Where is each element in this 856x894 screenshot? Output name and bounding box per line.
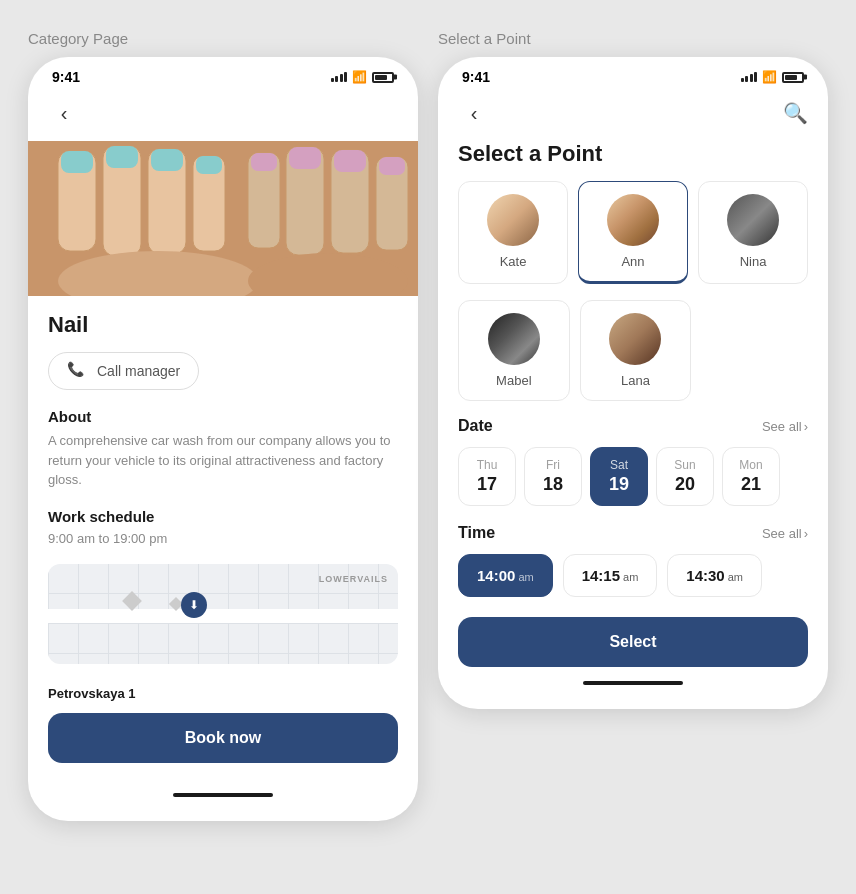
- specialist-card-lana[interactable]: Lana: [580, 300, 692, 401]
- right-signal-bars: [741, 72, 758, 82]
- time-heading: Time: [458, 524, 495, 542]
- hero-image: [28, 141, 418, 296]
- left-time: 9:41: [52, 69, 80, 85]
- left-bottom-indicator: [28, 779, 418, 801]
- bar1: [331, 78, 334, 82]
- date-section-header: Date See all ›: [438, 417, 828, 447]
- book-now-button[interactable]: Book now: [48, 713, 398, 763]
- avatar-kate: [487, 194, 539, 246]
- avatar-ann: [607, 194, 659, 246]
- page-heading: Select a Point: [438, 141, 828, 181]
- specialist-name-kate: Kate: [500, 254, 527, 269]
- battery-fill: [375, 75, 387, 80]
- left-status-bar: 9:41 📶: [28, 57, 418, 89]
- right-wifi-icon: 📶: [762, 70, 777, 84]
- bar1: [741, 78, 744, 82]
- right-panel-title: Select a Point: [438, 30, 531, 47]
- time-1400[interactable]: 14:00 am: [458, 554, 553, 597]
- time-section-header: Time See all ›: [438, 524, 828, 554]
- right-nav-bar: ‹ 🔍: [438, 89, 828, 141]
- right-back-button[interactable]: ‹: [458, 97, 490, 129]
- bar4: [754, 72, 757, 82]
- specialist-card-mabel[interactable]: Mabel: [458, 300, 570, 401]
- battery-icon: [372, 72, 394, 83]
- specialist-name-lana: Lana: [621, 373, 650, 388]
- svg-rect-13: [251, 153, 277, 171]
- right-status-bar: 9:41 📶: [438, 57, 828, 89]
- right-battery-icon: [782, 72, 804, 83]
- bar2: [745, 76, 748, 82]
- back-button[interactable]: ‹: [48, 97, 80, 129]
- service-title: Nail: [48, 312, 398, 338]
- svg-rect-7: [151, 149, 183, 171]
- time-1430[interactable]: 14:30 am: [667, 554, 762, 597]
- wifi-icon: 📶: [352, 70, 367, 84]
- specialist-name-nina: Nina: [740, 254, 767, 269]
- bar3: [340, 74, 343, 82]
- avatar-nina: [727, 194, 779, 246]
- avatar-mabel: [488, 313, 540, 365]
- call-manager-label: Call manager: [97, 363, 180, 379]
- search-button[interactable]: 🔍: [783, 101, 808, 125]
- bar3: [750, 74, 753, 82]
- specialist-card-kate[interactable]: Kate: [458, 181, 568, 284]
- right-bottom-indicator: [438, 667, 828, 689]
- map-road-horizontal: [48, 609, 398, 623]
- svg-rect-14: [289, 147, 321, 169]
- content-area: Nail 📞 Call manager About A comprehensiv…: [28, 296, 418, 779]
- left-nav-bar: ‹: [28, 89, 418, 141]
- specialist-name-mabel: Mabel: [496, 373, 531, 388]
- date-fri[interactable]: Fri 18: [524, 447, 582, 506]
- call-manager-button[interactable]: 📞 Call manager: [48, 352, 199, 390]
- work-schedule-time: 9:00 am to 19:00 pm: [48, 531, 398, 546]
- bar2: [335, 76, 338, 82]
- right-panel: Select a Point 9:41 📶 ‹ 🔍: [438, 30, 828, 709]
- avatar-lana: [609, 313, 661, 365]
- svg-rect-8: [196, 156, 222, 174]
- left-panel: Category Page 9:41 📶 ‹: [28, 30, 418, 821]
- date-row: Thu 17 Fri 18 Sat 19 Sun 20 Mon 21: [438, 447, 828, 524]
- about-text: A comprehensive car wash from our compan…: [48, 431, 398, 490]
- date-mon[interactable]: Mon 21: [722, 447, 780, 506]
- date-thu[interactable]: Thu 17: [458, 447, 516, 506]
- right-time: 9:41: [462, 69, 490, 85]
- specialist-grid-row2: Mabel Lana: [438, 300, 828, 417]
- svg-rect-5: [61, 151, 93, 173]
- hero-hands-visual: [28, 141, 418, 296]
- about-heading: About: [48, 408, 398, 425]
- date-see-all[interactable]: See all ›: [762, 419, 808, 434]
- right-home-indicator: [583, 681, 683, 685]
- svg-rect-15: [334, 150, 366, 172]
- specialist-grid-row1: Kate Ann Nina: [438, 181, 828, 300]
- map-address: Petrovskaya 1: [48, 678, 398, 705]
- work-schedule-heading: Work schedule: [48, 508, 398, 525]
- select-button[interactable]: Select: [458, 617, 808, 667]
- time-row: 14:00 am 14:15 am 14:30 am: [438, 554, 828, 617]
- date-sat[interactable]: Sat 19: [590, 447, 648, 506]
- svg-rect-6: [106, 146, 138, 168]
- map-marker: ⬇: [181, 592, 207, 618]
- chevron-right-icon-2: ›: [804, 526, 808, 541]
- map-area: ⬇ LOWERVAILS: [48, 564, 398, 664]
- left-status-icons: 📶: [331, 70, 395, 84]
- time-see-all[interactable]: See all ›: [762, 526, 808, 541]
- left-phone-frame: 9:41 📶 ‹: [28, 57, 418, 821]
- specialist-card-ann[interactable]: Ann: [578, 181, 688, 284]
- date-sun[interactable]: Sun 20: [656, 447, 714, 506]
- right-status-icons: 📶: [741, 70, 805, 84]
- left-panel-title: Category Page: [28, 30, 128, 47]
- date-heading: Date: [458, 417, 493, 435]
- specialist-name-ann: Ann: [621, 254, 644, 269]
- specialist-card-nina[interactable]: Nina: [698, 181, 808, 284]
- right-battery-fill: [785, 75, 797, 80]
- map-label: LOWERVAILS: [319, 574, 388, 584]
- signal-bars: [331, 72, 348, 82]
- svg-rect-16: [379, 157, 405, 175]
- home-indicator: [173, 793, 273, 797]
- chevron-right-icon: ›: [804, 419, 808, 434]
- right-phone-frame: 9:41 📶 ‹ 🔍 Select a Point: [438, 57, 828, 709]
- bar4: [344, 72, 347, 82]
- phone-icon: 📞: [67, 361, 87, 381]
- time-1415[interactable]: 14:15 am: [563, 554, 658, 597]
